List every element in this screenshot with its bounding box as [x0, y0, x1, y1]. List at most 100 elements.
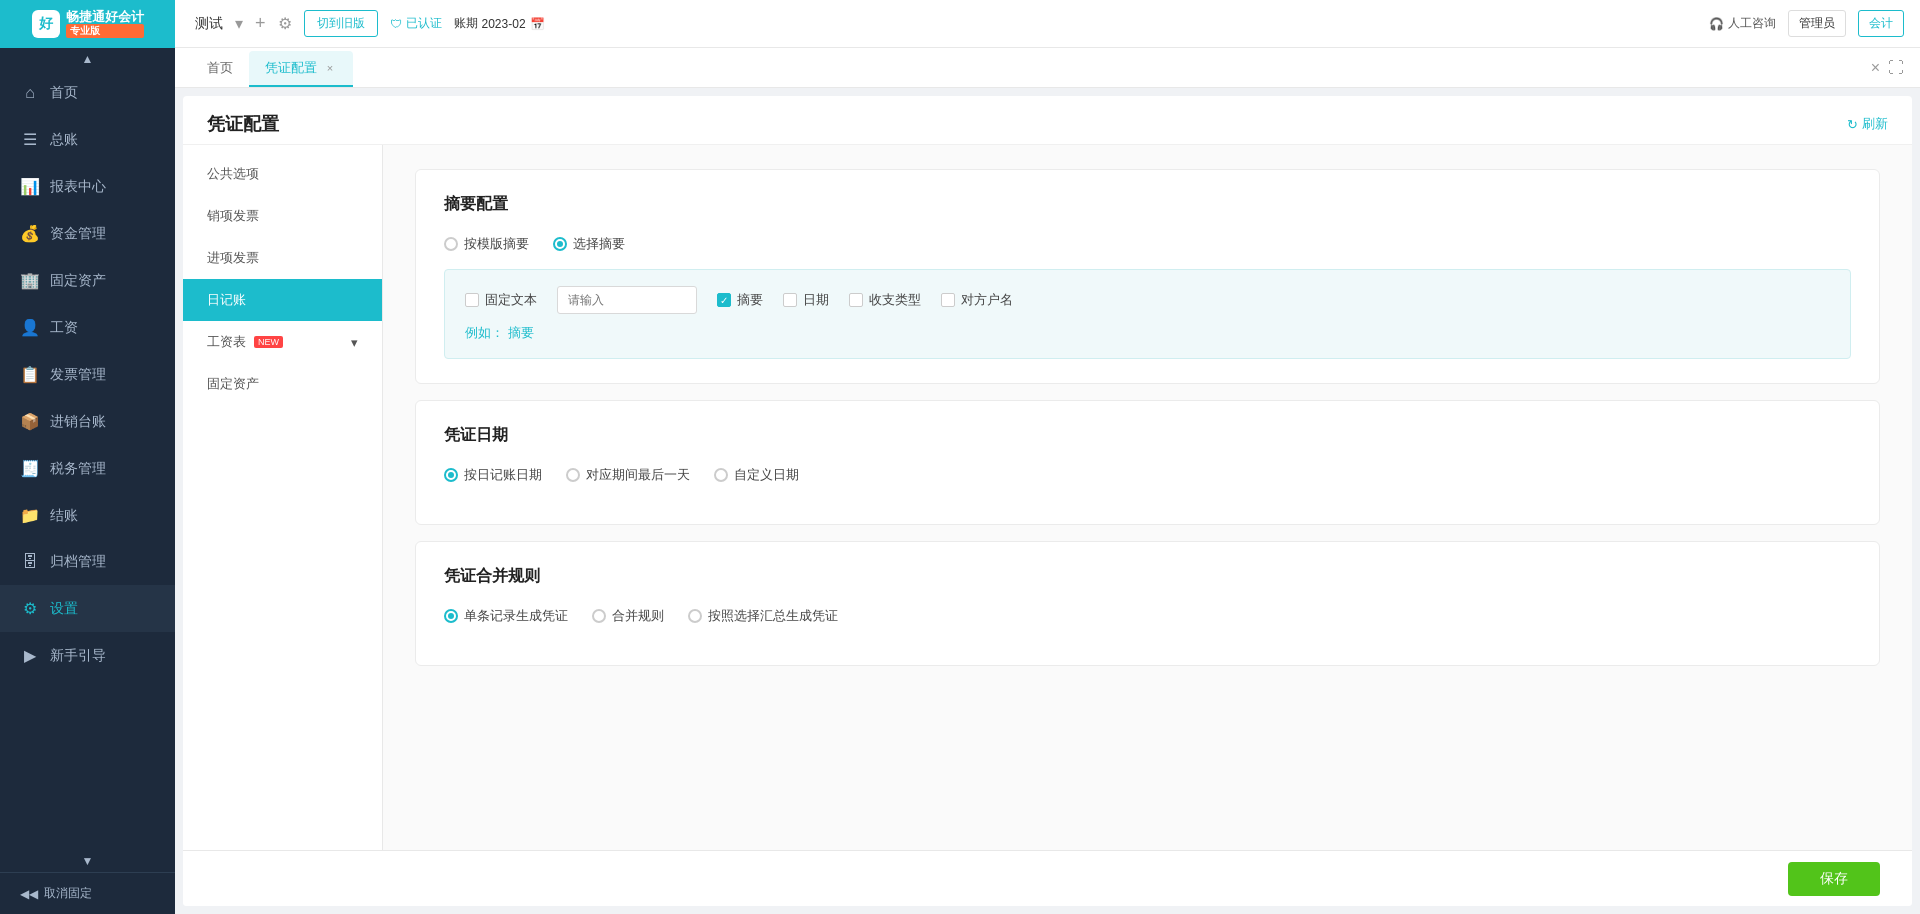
- tab-voucher-config[interactable]: 凭证配置 ×: [249, 51, 353, 87]
- radio-summary-generate[interactable]: 按照选择汇总生成凭证: [688, 607, 838, 625]
- settings-icon[interactable]: ⚙: [278, 14, 292, 33]
- sidebar-label-ledger: 总账: [50, 131, 78, 149]
- left-nav-purchase-inv[interactable]: 进项发票: [183, 237, 382, 279]
- switch-old-version-button[interactable]: 切到旧版: [304, 10, 378, 37]
- customer-service-button[interactable]: 🎧 人工咨询: [1709, 15, 1776, 32]
- purchase-icon: 📦: [20, 412, 40, 431]
- refresh-button[interactable]: ↻ 刷新: [1847, 115, 1888, 133]
- radio-select-circle: [553, 237, 567, 251]
- example-value: 摘要: [508, 325, 534, 340]
- sidebar-item-ledger[interactable]: ☰ 总账: [0, 116, 175, 163]
- save-button[interactable]: 保存: [1788, 862, 1880, 896]
- invoice-icon: 📋: [20, 365, 40, 384]
- add-company-button[interactable]: +: [255, 13, 266, 34]
- unpin-sidebar-button[interactable]: ◀◀ 取消固定: [0, 872, 175, 914]
- sidebar-scroll-down[interactable]: ▼: [0, 850, 175, 872]
- radio-merge-rule[interactable]: 合并规则: [592, 607, 664, 625]
- radio-merge-label: 合并规则: [612, 607, 664, 625]
- left-nav-payroll[interactable]: 工资表 NEW ▾: [183, 321, 382, 363]
- sidebar-label-salary: 工资: [50, 319, 78, 337]
- inner-layout: 公共选项 销项发票 进项发票 日记账 工资表 NEW: [183, 145, 1912, 850]
- sidebar-scroll-up[interactable]: ▲: [0, 48, 175, 70]
- checkbox-date[interactable]: 日期: [783, 291, 829, 309]
- date-radio-group: 按日记账日期 对应期间最后一天 自定义日期: [444, 466, 1851, 484]
- sidebar-item-capital[interactable]: 💰 资金管理: [0, 210, 175, 257]
- merge-radio-group: 单条记录生成凭证 合并规则 按照选择汇总生成凭证: [444, 607, 1851, 625]
- checkbox-row: 固定文本 摘要 日期: [465, 286, 1830, 314]
- manager-button[interactable]: 管理员: [1788, 10, 1846, 37]
- radio-custom-date[interactable]: 自定义日期: [714, 466, 799, 484]
- radio-select[interactable]: 选择摘要: [553, 235, 625, 253]
- logo-title: 畅捷通好会计: [66, 9, 144, 25]
- radio-last-label: 对应期间最后一天: [586, 466, 690, 484]
- sidebar-item-fixed[interactable]: 🏢 固定资产: [0, 257, 175, 304]
- example-text: 例如： 摘要: [465, 324, 1830, 342]
- radio-journal-circle: [444, 468, 458, 482]
- radio-last-circle: [566, 468, 580, 482]
- sidebar-scroll: ⌂ 首页 ☰ 总账 📊 报表中心 💰 资金管理 🏢 固定资产 👤 工资: [0, 70, 175, 850]
- left-nav-public[interactable]: 公共选项: [183, 153, 382, 195]
- sidebar-item-report[interactable]: 📊 报表中心: [0, 163, 175, 210]
- calendar-icon[interactable]: 📅: [530, 17, 545, 31]
- report-icon: 📊: [20, 177, 40, 196]
- sidebar-item-settle[interactable]: 📁 结账: [0, 492, 175, 539]
- radio-template[interactable]: 按模版摘要: [444, 235, 529, 253]
- sidebar-item-home[interactable]: ⌂ 首页: [0, 70, 175, 116]
- expand-button[interactable]: ⛶: [1888, 59, 1904, 77]
- counterpart-checkbox: [941, 293, 955, 307]
- page-title: 凭证配置: [207, 112, 279, 136]
- checkbox-counterpart[interactable]: 对方户名: [941, 291, 1013, 309]
- tab-close-icon[interactable]: ×: [323, 61, 337, 75]
- sidebar-item-salary[interactable]: 👤 工资: [0, 304, 175, 351]
- sidebar-label-settings: 设置: [50, 600, 78, 618]
- refresh-icon: ↻: [1847, 117, 1858, 132]
- left-nav-sales[interactable]: 销项发票: [183, 195, 382, 237]
- checkbox-summary[interactable]: 摘要: [717, 291, 763, 309]
- date-title: 凭证日期: [444, 425, 1851, 446]
- summary-checkbox: [717, 293, 731, 307]
- sidebar-item-tax[interactable]: 🧾 税务管理: [0, 445, 175, 492]
- close-tab-button[interactable]: ×: [1871, 59, 1880, 77]
- sidebar-item-invoice[interactable]: 📋 发票管理: [0, 351, 175, 398]
- sidebar-item-purchase[interactable]: 📦 进销台账: [0, 398, 175, 445]
- payroll-arrow-icon: ▾: [351, 335, 358, 350]
- main-layout: ▲ ⌂ 首页 ☰ 总账 📊 报表中心 💰 资金管理 🏢 固定资产: [0, 48, 1920, 914]
- sidebar-item-guide[interactable]: ▶ 新手引导: [0, 632, 175, 679]
- sidebar-item-archive[interactable]: 🗄 归档管理: [0, 539, 175, 585]
- tab-home[interactable]: 首页: [191, 51, 249, 87]
- shield-icon: 🛡: [390, 17, 402, 31]
- radio-single[interactable]: 单条记录生成凭证: [444, 607, 568, 625]
- summary-radio-group: 按模版摘要 选择摘要: [444, 235, 1851, 253]
- radio-last-day[interactable]: 对应期间最后一天: [566, 466, 690, 484]
- top-header: 好 畅捷通好会计 专业版 测试 ▾ + ⚙ 切到旧版 🛡 已认证 账期 2023…: [0, 0, 1920, 48]
- date-checkbox-label: 日期: [803, 291, 829, 309]
- accountant-button[interactable]: 会计: [1858, 10, 1904, 37]
- headset-icon: 🎧: [1709, 17, 1724, 31]
- left-nav: 公共选项 销项发票 进项发票 日记账 工资表 NEW: [183, 145, 383, 850]
- config-area: 摘要配置 按模版摘要 选择摘要: [383, 145, 1912, 850]
- sidebar-item-settings[interactable]: ⚙ 设置: [0, 585, 175, 632]
- fixed-text-label: 固定文本: [485, 291, 537, 309]
- tab-home-label: 首页: [207, 59, 233, 77]
- fixed-text-input[interactable]: [557, 286, 697, 314]
- checkbox-payment-type[interactable]: 收支类型: [849, 291, 921, 309]
- sidebar-label-invoice: 发票管理: [50, 366, 106, 384]
- settle-icon: 📁: [20, 506, 40, 525]
- radio-custom-circle: [714, 468, 728, 482]
- date-section: 凭证日期 按日记账日期 对应期间最后一天: [415, 400, 1880, 525]
- date-checkbox: [783, 293, 797, 307]
- capital-icon: 💰: [20, 224, 40, 243]
- company-dropdown-icon[interactable]: ▾: [235, 14, 243, 33]
- summary-box: 固定文本 摘要 日期: [444, 269, 1851, 359]
- left-nav-fixed-asset[interactable]: 固定资产: [183, 363, 382, 405]
- logo-icon: 好: [32, 10, 60, 38]
- tab-voucher-label: 凭证配置: [265, 59, 317, 77]
- sidebar-label-capital: 资金管理: [50, 225, 106, 243]
- merge-section: 凭证合并规则 单条记录生成凭证 合并规则: [415, 541, 1880, 666]
- left-nav-journal[interactable]: 日记账: [183, 279, 382, 321]
- checkbox-fixed-text[interactable]: 固定文本: [465, 291, 537, 309]
- sidebar-label-archive: 归档管理: [50, 553, 106, 571]
- pin-icon: ◀◀: [20, 887, 38, 901]
- fixed-icon: 🏢: [20, 271, 40, 290]
- radio-journal-date[interactable]: 按日记账日期: [444, 466, 542, 484]
